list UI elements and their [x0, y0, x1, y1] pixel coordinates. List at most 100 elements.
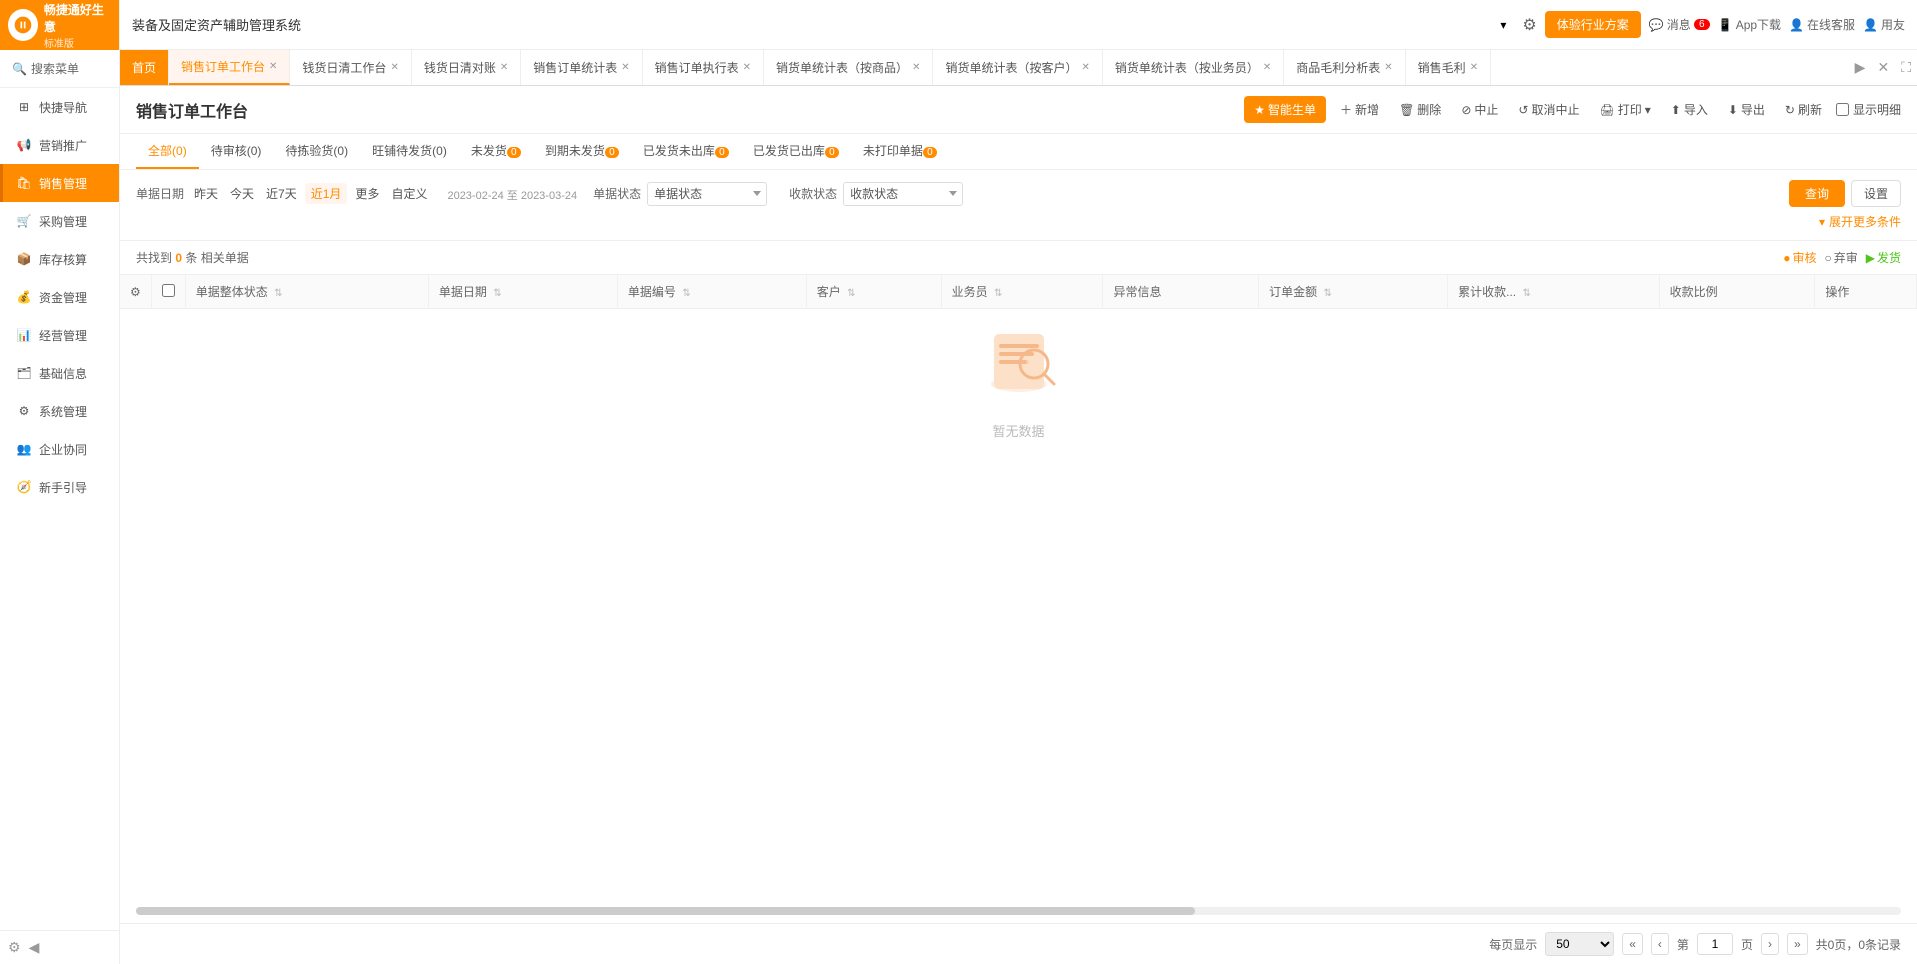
tab-close-sales-workbench[interactable]: ✕: [269, 61, 277, 72]
tab-close-sales-goods-stats[interactable]: ✕: [912, 62, 920, 73]
message-button[interactable]: 💬 消息 6: [1649, 16, 1710, 33]
user-profile-button[interactable]: 👤 用友: [1863, 16, 1905, 33]
subtab-shipped-out[interactable]: 已发货已出库0: [741, 134, 851, 169]
export-button[interactable]: ⬇ 导出: [1722, 97, 1771, 122]
subtab-not-shipped[interactable]: 未发货0: [459, 134, 533, 169]
tab-maximize-button[interactable]: ⛶: [1895, 55, 1917, 80]
last-page-button[interactable]: »: [1787, 933, 1808, 955]
th-customer[interactable]: 客户 ⇅: [806, 275, 941, 309]
cancel-stop-button[interactable]: ↺ 取消中止: [1512, 97, 1585, 122]
th-staff[interactable]: 业务员 ⇅: [941, 275, 1103, 309]
sidebar-bottom: ⚙ ◀: [0, 930, 119, 964]
tab-close-all-button[interactable]: ✕: [1871, 55, 1895, 80]
sidebar-item-sales[interactable]: 🛍 销售管理: [0, 164, 119, 202]
tab-sales-customer-stats[interactable]: 销货单统计表（按客户） ✕: [933, 50, 1102, 85]
tab-scroll-right-button[interactable]: ▶: [1849, 55, 1872, 80]
th-settings[interactable]: ⚙: [120, 275, 151, 309]
th-status[interactable]: 单据整体状态 ⇅: [185, 275, 428, 309]
add-button[interactable]: ＋ 新增: [1334, 97, 1385, 122]
settings-icon-button[interactable]: ⚙: [1522, 15, 1536, 35]
sidebar-item-basic-info[interactable]: 🗂 基础信息: [0, 354, 119, 392]
sidebar-item-system[interactable]: ⚙ 系统管理: [0, 392, 119, 430]
smart-generate-button[interactable]: ★ 智能生单: [1244, 96, 1326, 123]
search-menu-button[interactable]: 🔍 搜索菜单: [8, 56, 111, 81]
app-download-button[interactable]: 📱 App下载: [1718, 16, 1781, 33]
sort-staff-icon: ⇅: [994, 288, 1002, 299]
date-custom-button[interactable]: 自定义: [387, 183, 431, 204]
tab-close-sales-stats[interactable]: ✕: [621, 62, 629, 73]
tab-close-sales-customer-stats[interactable]: ✕: [1081, 62, 1089, 73]
select-all-checkbox[interactable]: [162, 284, 175, 297]
page-input[interactable]: [1697, 933, 1733, 955]
show-detail-checkbox-label[interactable]: 显示明细: [1836, 101, 1901, 118]
setting-button[interactable]: 设置: [1851, 180, 1901, 207]
expand-filter-button[interactable]: ▾ 展开更多条件: [1819, 213, 1901, 230]
status-filter-select[interactable]: 单据状态: [647, 182, 767, 206]
tab-cash-reconcile[interactable]: 钱货日清对账 ✕: [412, 50, 521, 85]
tab-close-cash-reconcile[interactable]: ✕: [500, 62, 508, 73]
tab-sales-stats[interactable]: 销售订单统计表 ✕: [521, 50, 642, 85]
system-dropdown[interactable]: ▾: [1500, 18, 1506, 32]
tab-sales-staff-stats[interactable]: 销货单统计表（按业务员） ✕: [1103, 50, 1284, 85]
show-detail-checkbox[interactable]: [1836, 103, 1849, 116]
th-action: 操作: [1815, 275, 1917, 309]
online-service-button[interactable]: 👤 在线客服: [1789, 16, 1855, 33]
query-button[interactable]: 查询: [1789, 180, 1845, 207]
sidebar-item-guide[interactable]: 🧭 新手引导: [0, 468, 119, 506]
sidebar-item-operations[interactable]: 📊 经营管理: [0, 316, 119, 354]
tab-goods-margin[interactable]: 商品毛利分析表 ✕: [1284, 50, 1405, 85]
tab-close-sales-exec[interactable]: ✕: [743, 62, 751, 73]
subtab-pending-inspection[interactable]: 待拣验货(0): [273, 134, 360, 169]
topbar-actions: 💬 消息 6 📱 App下载 👤 在线客服 👤 用友: [1649, 16, 1905, 33]
sidebar-settings-button[interactable]: ⚙: [8, 939, 21, 956]
subtab-overdue-not-shipped[interactable]: 到期未发货0: [533, 134, 631, 169]
subtab-not-printed[interactable]: 未打印单据0: [851, 134, 949, 169]
date-1month-button[interactable]: 近1月: [305, 183, 348, 204]
first-page-button[interactable]: «: [1622, 933, 1643, 955]
per-page-select[interactable]: 50 10 20 100: [1545, 932, 1614, 956]
subtab-wangpu-pending[interactable]: 旺铺待发货(0): [360, 134, 459, 169]
sidebar-item-marketing[interactable]: 📢 营销推广: [0, 126, 119, 164]
tab-sales-workbench[interactable]: 销售订单工作台 ✕: [169, 50, 290, 85]
th-collected[interactable]: 累计收款... ⇅: [1448, 275, 1660, 309]
print-button[interactable]: 🖨 打印 ▾: [1593, 97, 1656, 122]
tab-cash-daily[interactable]: 钱货日清工作台 ✕: [290, 50, 411, 85]
tab-home[interactable]: 首页: [120, 50, 169, 85]
tab-close-sales-revenue[interactable]: ✕: [1470, 62, 1478, 73]
tab-close-cash-daily[interactable]: ✕: [390, 62, 398, 73]
horizontal-scrollbar[interactable]: [120, 899, 1917, 923]
stop-button[interactable]: ⊘ 中止: [1455, 97, 1504, 122]
ship-button[interactable]: ▶ 发货: [1866, 249, 1901, 266]
sidebar-collapse-button[interactable]: ◀: [29, 939, 40, 956]
industry-solution-button[interactable]: 体验行业方案: [1545, 11, 1641, 38]
page-label: 第: [1677, 936, 1689, 953]
date-more-button[interactable]: 更多: [351, 183, 383, 204]
subtab-pending-review[interactable]: 待审核(0): [199, 134, 274, 169]
sidebar-item-enterprise[interactable]: 👥 企业协同: [0, 430, 119, 468]
next-page-button[interactable]: ›: [1761, 933, 1779, 955]
th-date[interactable]: 单据日期 ⇅: [428, 275, 617, 309]
sidebar-item-purchase[interactable]: 🛒 采购管理: [0, 202, 119, 240]
sidebar-item-inventory[interactable]: 📦 库存核算: [0, 240, 119, 278]
tab-sales-revenue[interactable]: 销售毛利 ✕: [1406, 50, 1491, 85]
th-amount[interactable]: 订单金额 ⇅: [1259, 275, 1448, 309]
date-7days-button[interactable]: 近7天: [262, 183, 301, 204]
date-yesterday-button[interactable]: 昨天: [190, 183, 222, 204]
subtab-all[interactable]: 全部(0): [136, 134, 199, 169]
tab-sales-goods-stats[interactable]: 销货单统计表（按商品） ✕: [764, 50, 933, 85]
sidebar-item-finance[interactable]: 💰 资金管理: [0, 278, 119, 316]
import-button[interactable]: ⬆ 导入: [1665, 97, 1714, 122]
tab-close-sales-staff-stats[interactable]: ✕: [1263, 62, 1271, 73]
prev-page-button[interactable]: ‹: [1651, 933, 1669, 955]
payment-filter-select[interactable]: 收款状态: [843, 182, 963, 206]
cancel-review-button[interactable]: ○ 弃审: [1824, 249, 1857, 266]
delete-button[interactable]: 🗑 删除: [1393, 97, 1447, 122]
review-button[interactable]: ● 审核: [1783, 249, 1816, 266]
date-today-button[interactable]: 今天: [226, 183, 258, 204]
subtab-shipped-not-out[interactable]: 已发货未出库0: [631, 134, 741, 169]
refresh-button[interactable]: ↻ 刷新: [1779, 97, 1828, 122]
th-number[interactable]: 单据编号 ⇅: [617, 275, 806, 309]
tab-close-goods-margin[interactable]: ✕: [1384, 62, 1392, 73]
sidebar-item-quick-nav[interactable]: ⊞ 快捷导航: [0, 88, 119, 126]
tab-sales-exec[interactable]: 销售订单执行表 ✕: [643, 50, 764, 85]
